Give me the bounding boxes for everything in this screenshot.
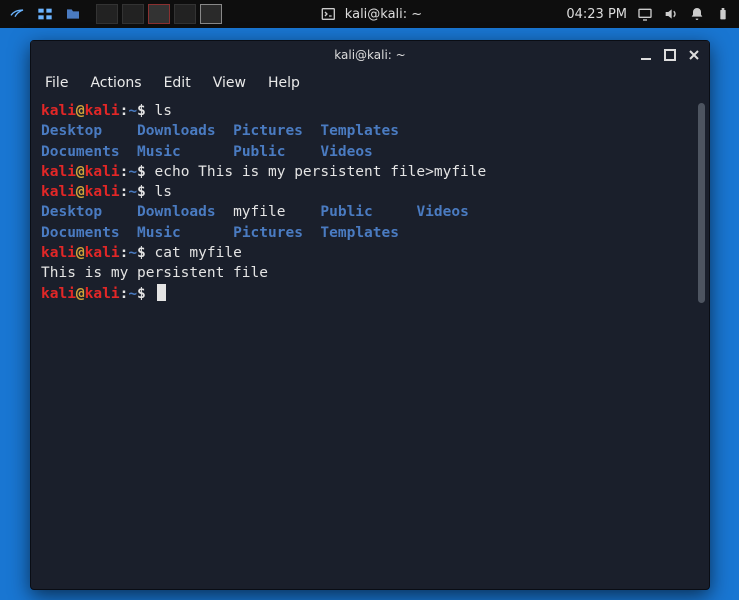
prompt-sym: $ — [137, 164, 146, 180]
menu-help[interactable]: Help — [268, 75, 300, 91]
prompt-path: ~ — [128, 184, 137, 200]
terminal-body[interactable]: kali@kali:~$ ls Desktop Downloads Pictur… — [31, 97, 709, 589]
volume-icon[interactable] — [663, 6, 679, 22]
prompt-path: ~ — [128, 103, 137, 119]
cmd-2: echo This is my persistent file>myfile — [155, 164, 487, 180]
cmd-3: ls — [155, 184, 172, 200]
prompt-colon: : — [120, 184, 129, 200]
prompt-colon: : — [120, 164, 129, 180]
menu-actions[interactable]: Actions — [90, 75, 141, 91]
prompt-host: kali — [85, 245, 120, 261]
taskbar-app-2[interactable] — [122, 4, 144, 24]
ls2-documents: Documents — [41, 225, 120, 241]
window-title: kali@kali: ~ — [334, 48, 405, 62]
prompt-colon: : — [120, 286, 129, 302]
prompt-user: kali — [41, 245, 76, 261]
terminal-window: kali@kali: ~ File Actions Edit View Help… — [30, 40, 710, 590]
prompt-user: kali — [41, 164, 76, 180]
prompt-sym: $ — [137, 103, 146, 119]
cmd-4: cat myfile — [155, 245, 242, 261]
prompt-at: @ — [76, 184, 85, 200]
ls2-desktop: Desktop — [41, 204, 102, 220]
prompt-host: kali — [85, 286, 120, 302]
ls-public: Public — [233, 144, 285, 160]
prompt-path: ~ — [128, 286, 137, 302]
kali-logo-icon[interactable] — [6, 3, 28, 25]
ls-templates: Templates — [320, 123, 399, 139]
ls2-downloads: Downloads — [137, 204, 216, 220]
taskbar: kali@kali: ~ 04:23 PM — [0, 0, 739, 28]
ls-downloads: Downloads — [137, 123, 216, 139]
titlebar[interactable]: kali@kali: ~ — [31, 41, 709, 69]
taskbar-active-title-group: kali@kali: ~ — [317, 3, 422, 25]
notifications-icon[interactable] — [689, 6, 705, 22]
ls2-videos: Videos — [416, 204, 468, 220]
prompt-sym: $ — [137, 286, 146, 302]
output-4: This is my persistent file — [41, 265, 268, 281]
scrollbar[interactable] — [698, 103, 705, 303]
prompt-colon: : — [120, 103, 129, 119]
menu-view[interactable]: View — [213, 75, 246, 91]
terminal-icon — [317, 3, 339, 25]
window-controls — [639, 48, 701, 62]
ls2-music: Music — [137, 225, 181, 241]
maximize-button[interactable] — [663, 48, 677, 62]
ls-documents: Documents — [41, 144, 120, 160]
prompt-user: kali — [41, 103, 76, 119]
prompt-user: kali — [41, 286, 76, 302]
prompt-path: ~ — [128, 164, 137, 180]
taskbar-app-terminal[interactable] — [200, 4, 222, 24]
menubar: File Actions Edit View Help — [31, 69, 709, 97]
multi-desktop-icon[interactable] — [34, 3, 56, 25]
ls-desktop: Desktop — [41, 123, 102, 139]
taskbar-clock[interactable]: 04:23 PM — [566, 7, 627, 22]
taskbar-app-3[interactable] — [148, 4, 170, 24]
ls-pictures: Pictures — [233, 123, 303, 139]
prompt-at: @ — [76, 103, 85, 119]
cursor — [157, 284, 166, 301]
ls2-pictures: Pictures — [233, 225, 303, 241]
prompt-at: @ — [76, 286, 85, 302]
cmd-1: ls — [155, 103, 172, 119]
ls2-public: Public — [320, 204, 372, 220]
close-button[interactable] — [687, 48, 701, 62]
files-icon[interactable] — [62, 3, 84, 25]
display-icon[interactable] — [637, 6, 653, 22]
ls2-myfile: myfile — [233, 204, 285, 220]
prompt-colon: : — [120, 245, 129, 261]
taskbar-app-4[interactable] — [174, 4, 196, 24]
taskbar-active-title[interactable]: kali@kali: ~ — [345, 7, 422, 22]
ls-videos: Videos — [320, 144, 372, 160]
ls-music: Music — [137, 144, 181, 160]
minimize-button[interactable] — [639, 48, 653, 62]
power-icon[interactable] — [715, 6, 731, 22]
prompt-host: kali — [85, 164, 120, 180]
taskbar-app-1[interactable] — [96, 4, 118, 24]
prompt-path: ~ — [128, 245, 137, 261]
terminal-content: kali@kali:~$ ls Desktop Downloads Pictur… — [41, 101, 699, 304]
prompt-user: kali — [41, 184, 76, 200]
ls2-templates: Templates — [320, 225, 399, 241]
taskbar-right: 04:23 PM — [566, 6, 731, 22]
prompt-host: kali — [85, 184, 120, 200]
menu-edit[interactable]: Edit — [164, 75, 191, 91]
prompt-at: @ — [76, 245, 85, 261]
prompt-sym: $ — [137, 245, 146, 261]
taskbar-left — [0, 3, 222, 25]
menu-file[interactable]: File — [45, 75, 68, 91]
prompt-host: kali — [85, 103, 120, 119]
prompt-at: @ — [76, 164, 85, 180]
prompt-sym: $ — [137, 184, 146, 200]
taskbar-app-group — [96, 4, 222, 24]
